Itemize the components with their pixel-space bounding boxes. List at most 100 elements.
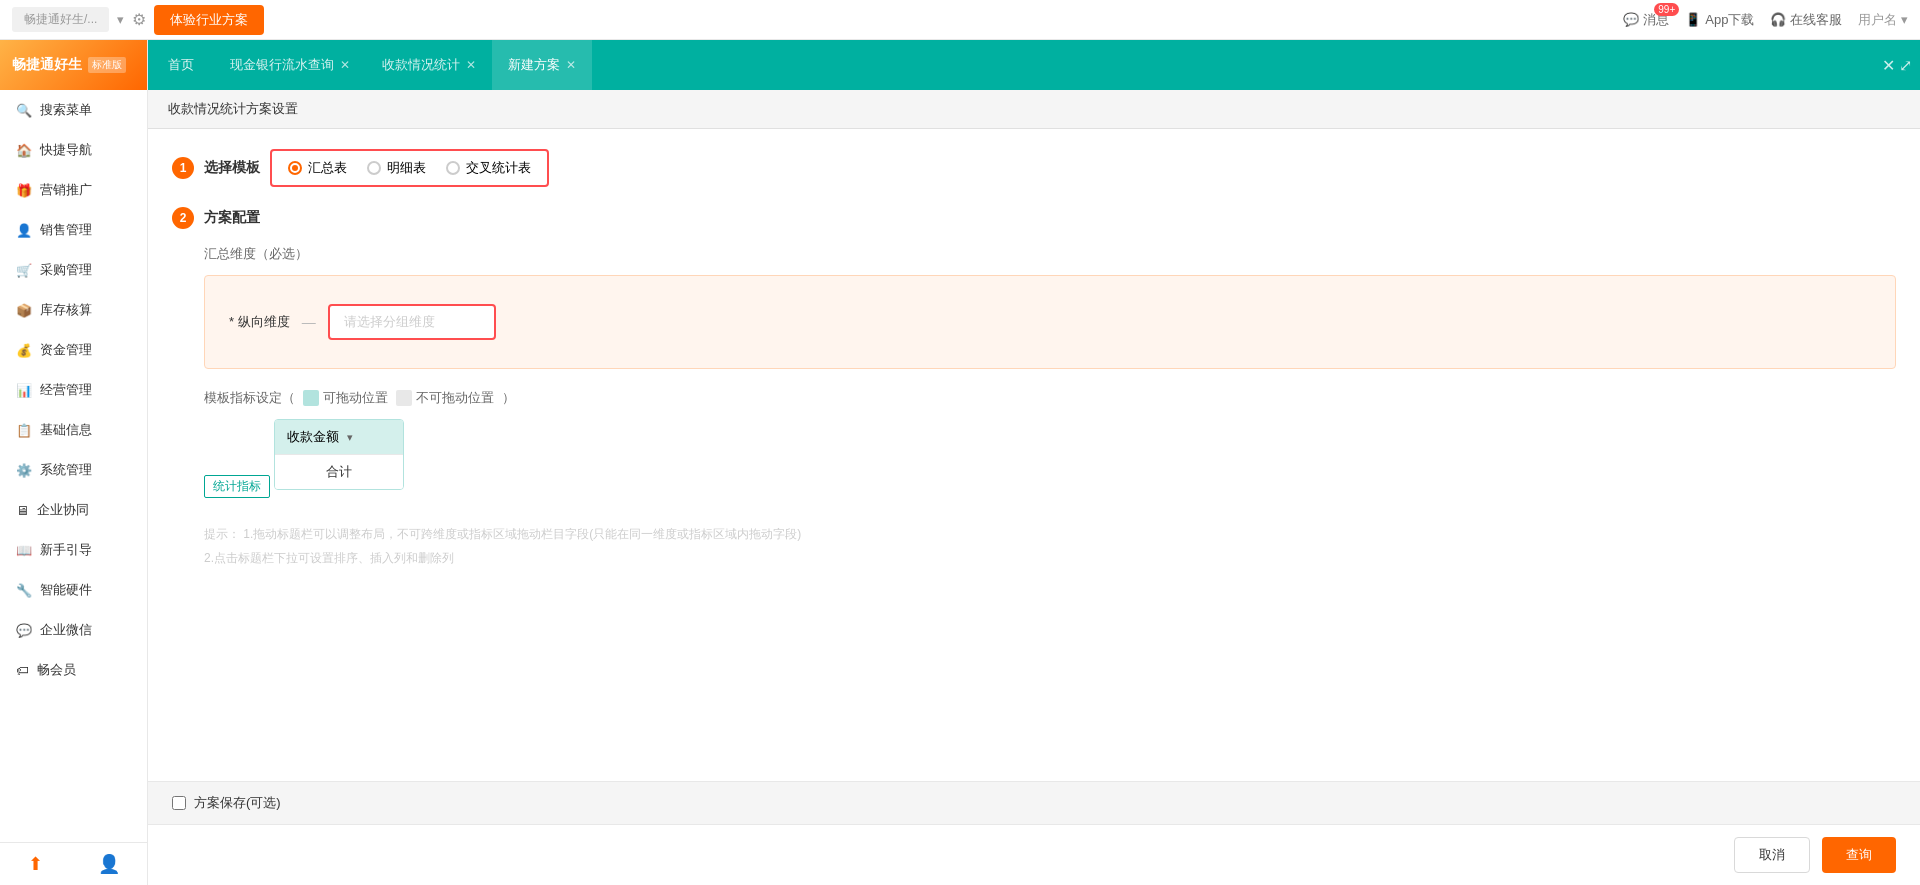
gear-icon[interactable]: ⚙ bbox=[132, 10, 146, 29]
sidebar-label: 销售管理 bbox=[40, 221, 92, 239]
template-options-box: 汇总表 明细表 交叉统计表 bbox=[270, 149, 549, 187]
metrics-table: 收款金额 ▾ 合计 bbox=[274, 419, 404, 490]
sidebar-item-smart-hardware[interactable]: 🔧 智能硬件 bbox=[0, 570, 147, 610]
page-header: 收款情况统计方案设置 bbox=[148, 90, 1920, 129]
sidebar-item-basic-info[interactable]: 📋 基础信息 bbox=[0, 410, 147, 450]
sidebar-label: 新手引导 bbox=[40, 541, 92, 559]
dimension-group-label: 汇总维度（必选） bbox=[204, 245, 1896, 263]
section2-number: 2 bbox=[172, 207, 194, 229]
vertical-dimension-label: * 纵向维度 bbox=[229, 313, 290, 331]
tab-home[interactable]: 首页 bbox=[148, 40, 214, 90]
message-icon-area[interactable]: 💬 消息 99+ bbox=[1623, 11, 1669, 29]
tab-close-all-button[interactable]: ✕ bbox=[1882, 56, 1895, 75]
message-icon: 💬 bbox=[1623, 12, 1639, 27]
tab-cash-flow-label: 现金银行流水查询 bbox=[230, 56, 334, 74]
collab-icon: 🖥 bbox=[16, 503, 29, 518]
tab-cash-flow[interactable]: 现金银行流水查询 ✕ bbox=[214, 40, 366, 90]
tab-new-plan-label: 新建方案 bbox=[508, 56, 560, 74]
user-area[interactable]: 用户名 ▾ bbox=[1858, 11, 1908, 29]
metrics-header-text: 收款金额 bbox=[287, 428, 339, 446]
purchase-icon: 🛒 bbox=[16, 263, 32, 278]
radio-crosstab-label: 交叉统计表 bbox=[466, 159, 531, 177]
online-service[interactable]: 🎧 在线客服 bbox=[1770, 11, 1842, 29]
gift-icon: 🎁 bbox=[16, 183, 32, 198]
sidebar-item-marketing[interactable]: 🎁 营销推广 bbox=[0, 170, 147, 210]
sidebar-label: 搜索菜单 bbox=[40, 101, 92, 119]
member-icon: 🏷 bbox=[16, 663, 29, 678]
sidebar-item-search-menu[interactable]: 🔍 搜索菜单 bbox=[0, 90, 147, 130]
inventory-icon: 📦 bbox=[16, 303, 32, 318]
section1-label: 选择模板 bbox=[204, 159, 260, 177]
sidebar-bottom-icon1[interactable]: ⬆ bbox=[28, 853, 43, 875]
sidebar-label: 企业微信 bbox=[40, 621, 92, 639]
section-1-template: 1 选择模板 汇总表 明细表 bbox=[172, 149, 1896, 187]
tab-new-plan[interactable]: 新建方案 ✕ bbox=[492, 40, 592, 90]
tab-payment-stats[interactable]: 收款情况统计 ✕ bbox=[366, 40, 492, 90]
tab-maximize-button[interactable]: ⤢ bbox=[1899, 56, 1912, 75]
headset-icon: 🎧 bbox=[1770, 12, 1786, 27]
sidebar-item-enterprise-wechat[interactable]: 💬 企业微信 bbox=[0, 610, 147, 650]
system-icon: ⚙️ bbox=[16, 463, 32, 478]
sidebar-item-system[interactable]: ⚙️ 系统管理 bbox=[0, 450, 147, 490]
dimension-area: * 纵向维度 — 请选择分组维度 bbox=[204, 275, 1896, 369]
query-button[interactable]: 查询 bbox=[1822, 837, 1896, 873]
dimension-select-input[interactable]: 请选择分组维度 bbox=[328, 304, 496, 340]
app-download[interactable]: 📱 App下载 bbox=[1685, 11, 1754, 29]
beginner-icon: 📖 bbox=[16, 543, 32, 558]
trial-button[interactable]: 体验行业方案 bbox=[154, 5, 264, 35]
app-icon: 📱 bbox=[1685, 12, 1701, 27]
stats-label: 统计指标 bbox=[204, 475, 270, 498]
breadcrumb-dropdown-icon[interactable]: ▾ bbox=[117, 12, 124, 27]
wechat-icon: 💬 bbox=[16, 623, 32, 638]
metrics-header-row[interactable]: 收款金额 ▾ bbox=[275, 420, 403, 454]
sidebar-label: 系统管理 bbox=[40, 461, 92, 479]
save-checkbox[interactable] bbox=[172, 796, 186, 810]
sidebar-item-operations[interactable]: 📊 经营管理 bbox=[0, 370, 147, 410]
message-badge: 99+ bbox=[1654, 3, 1679, 16]
metrics-settings-label-row: 模板指标设定（ 可拖动位置 不可拖动位置 ） bbox=[204, 389, 1896, 407]
metrics-cell-total: 合计 bbox=[275, 454, 403, 489]
sidebar-label: 畅会员 bbox=[37, 661, 76, 679]
tab-cash-flow-close[interactable]: ✕ bbox=[340, 58, 350, 72]
basic-info-icon: 📋 bbox=[16, 423, 32, 438]
tips-section: 提示： 1.拖动标题栏可以调整布局，不可跨维度或指标区域拖动栏目字段(只能在同一… bbox=[172, 506, 1896, 570]
sidebar-label: 企业协同 bbox=[37, 501, 89, 519]
tip-1: 提示： 1.拖动标题栏可以调整布局，不可跨维度或指标区域拖动栏目字段(只能在同一… bbox=[204, 522, 1896, 546]
metrics-dropdown-icon[interactable]: ▾ bbox=[347, 431, 353, 444]
logo-text: 畅捷通好生 bbox=[12, 56, 82, 74]
radio-crosstab[interactable]: 交叉统计表 bbox=[446, 159, 531, 177]
sidebar-item-quick-nav[interactable]: 🏠 快捷导航 bbox=[0, 130, 147, 170]
finance-icon: 💰 bbox=[16, 343, 32, 358]
sidebar-label: 快捷导航 bbox=[40, 141, 92, 159]
radio-summary[interactable]: 汇总表 bbox=[288, 159, 347, 177]
page-footer: 方案保存(可选) bbox=[148, 781, 1920, 824]
sidebar-item-finance[interactable]: 💰 资金管理 bbox=[0, 330, 147, 370]
cancel-button[interactable]: 取消 bbox=[1734, 837, 1810, 873]
sidebar-item-member[interactable]: 🏷 畅会员 bbox=[0, 650, 147, 690]
sidebar-label: 营销推广 bbox=[40, 181, 92, 199]
section2-label: 方案配置 bbox=[204, 209, 260, 227]
operations-icon: 📊 bbox=[16, 383, 32, 398]
sidebar-label: 库存核算 bbox=[40, 301, 92, 319]
sidebar-item-sales[interactable]: 👤 销售管理 bbox=[0, 210, 147, 250]
tip-2: 2.点击标题栏下拉可设置排序、插入列和删除列 bbox=[204, 546, 1896, 570]
sidebar-bottom-icon2[interactable]: 👤 bbox=[98, 853, 120, 875]
sales-icon: 👤 bbox=[16, 223, 32, 238]
bottom-action-bar: 取消 查询 bbox=[148, 824, 1920, 885]
breadcrumb: 畅捷通好生/... bbox=[12, 7, 109, 32]
tab-new-plan-close[interactable]: ✕ bbox=[566, 58, 576, 72]
tab-payment-stats-close[interactable]: ✕ bbox=[466, 58, 476, 72]
sidebar-label: 资金管理 bbox=[40, 341, 92, 359]
sidebar-label: 经营管理 bbox=[40, 381, 92, 399]
section-2-config: 2 方案配置 汇总维度（必选） * 纵向维度 — 请选择分组维度 bbox=[172, 207, 1896, 570]
sidebar-item-inventory[interactable]: 📦 库存核算 bbox=[0, 290, 147, 330]
sidebar-item-beginner[interactable]: 📖 新手引导 bbox=[0, 530, 147, 570]
sidebar-label: 采购管理 bbox=[40, 261, 92, 279]
section1-number: 1 bbox=[172, 157, 194, 179]
arrow-right-icon: — bbox=[302, 314, 316, 330]
sidebar-item-enterprise-collab[interactable]: 🖥 企业协同 bbox=[0, 490, 147, 530]
save-option-label: 方案保存(可选) bbox=[194, 794, 281, 812]
sidebar-label: 基础信息 bbox=[40, 421, 92, 439]
sidebar-item-purchase[interactable]: 🛒 采购管理 bbox=[0, 250, 147, 290]
radio-detail[interactable]: 明细表 bbox=[367, 159, 426, 177]
